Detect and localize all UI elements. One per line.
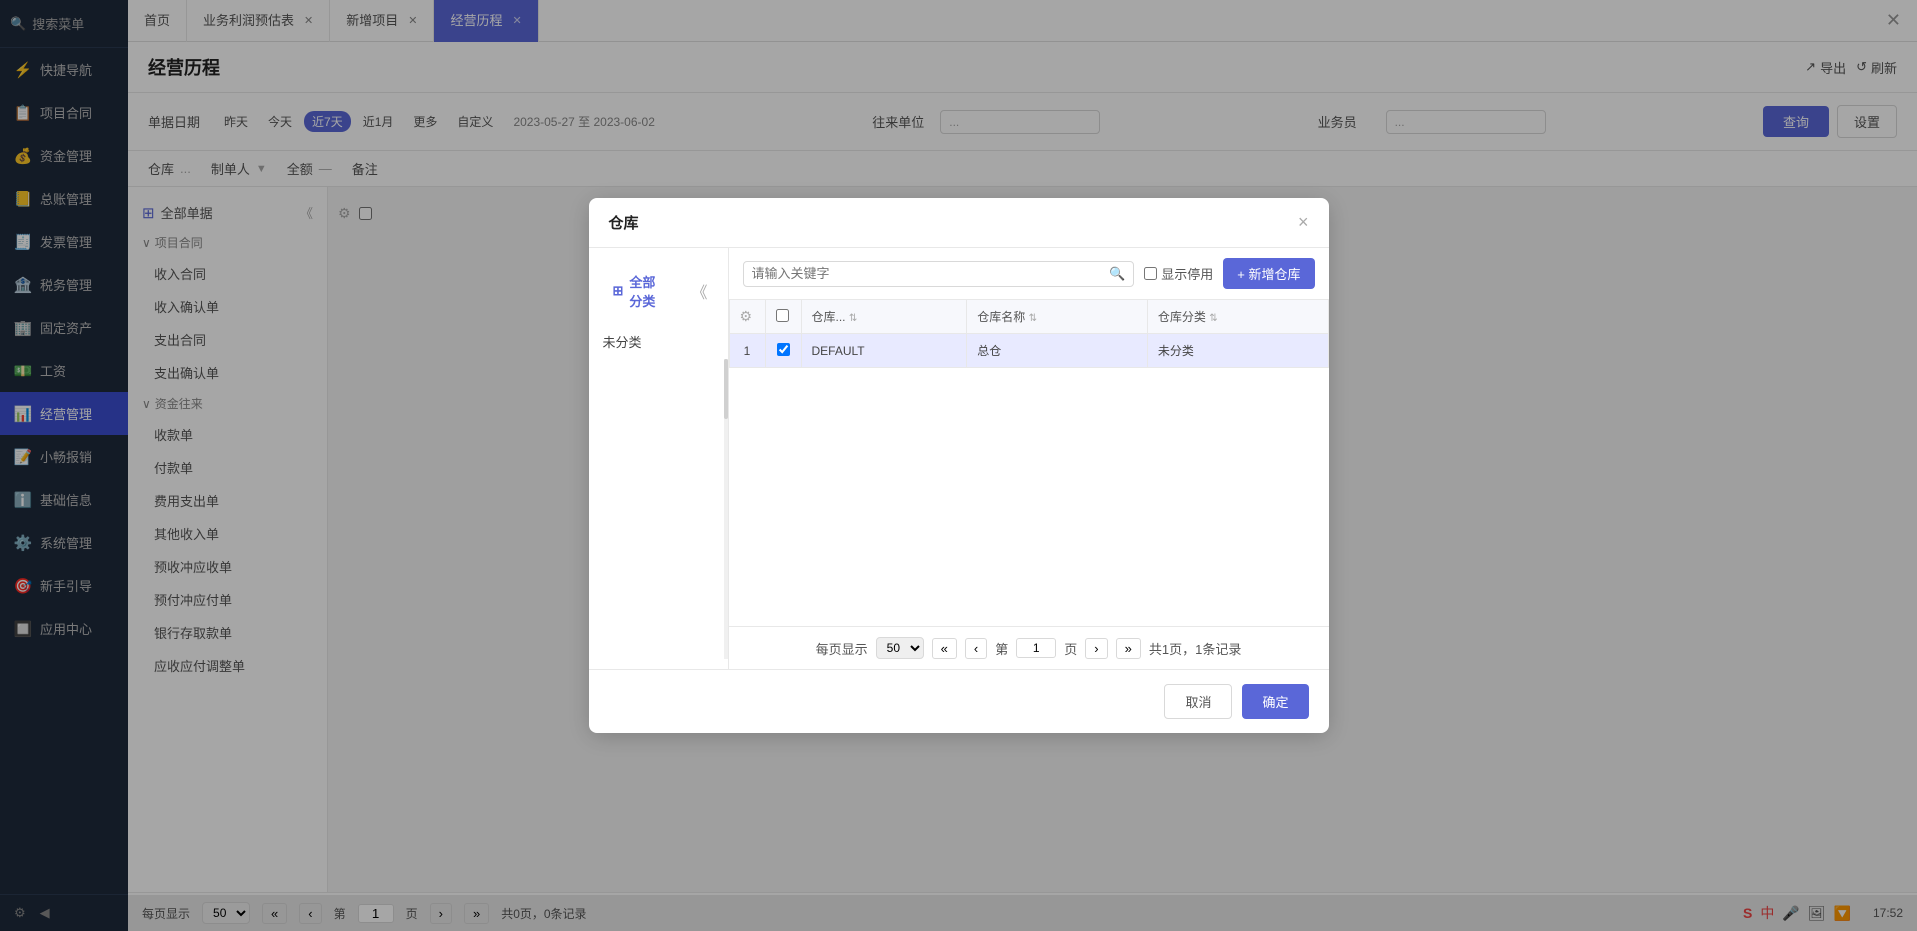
confirm-btn[interactable]: 确定 — [1242, 684, 1308, 719]
modal-left-collapse-btn[interactable]: 《 — [681, 275, 717, 307]
modal-per-page-select[interactable]: 50 — [876, 637, 924, 659]
modal-last-btn[interactable]: » — [1116, 638, 1141, 659]
search-icon-modal: 🔍 — [1109, 266, 1125, 282]
modal-page-label: 第 — [995, 639, 1008, 658]
sort-arrows-category[interactable]: ⇅ — [1209, 313, 1217, 324]
row-category: 未分类 — [1147, 334, 1328, 368]
modal-uncategorized[interactable]: 未分类 — [589, 324, 728, 359]
modal-close-btn[interactable]: × — [1298, 212, 1309, 233]
modal-body: ⊞ 全部分类 《 未分类 — [589, 248, 1329, 669]
modal-search-input[interactable] — [752, 266, 1104, 281]
modal-prev-btn[interactable]: ‹ — [965, 638, 987, 659]
row-checkbox[interactable] — [765, 334, 801, 368]
modal-page-input[interactable] — [1016, 638, 1056, 658]
modal-total-info: 共1页，1条记录 — [1149, 639, 1241, 658]
th-gear: ⚙ — [729, 300, 765, 334]
row-gear: 1 — [729, 334, 765, 368]
modal-overlay[interactable]: 仓库 × ⊞ 全部分类 《 未分类 — [0, 0, 1917, 931]
table-config-icon[interactable]: ⚙ — [740, 308, 753, 324]
modal-next-btn[interactable]: › — [1085, 638, 1107, 659]
modal-title: 仓库 — [609, 212, 639, 233]
th-warehouse-code: 仓库... ⇅ — [801, 300, 967, 334]
modal-table: ⚙ 仓库... ⇅ 仓库名称 — [729, 299, 1329, 368]
sort-arrows-name[interactable]: ⇅ — [1029, 313, 1037, 324]
table-row[interactable]: 1 DEFAULT 总仓 未分类 — [729, 334, 1328, 368]
modal-right-panel: 🔍 显示停用 + 新增仓库 ⚙ — [729, 248, 1329, 669]
modal-header: 仓库 × — [589, 198, 1329, 248]
th-warehouse-name: 仓库名称 ⇅ — [967, 300, 1148, 334]
modal-search-box[interactable]: 🔍 — [743, 261, 1135, 287]
sort-arrows-code[interactable]: ⇅ — [849, 313, 857, 324]
modal-left-panel: ⊞ 全部分类 《 未分类 — [589, 248, 729, 669]
modal-select-all[interactable] — [776, 309, 789, 322]
show-disabled-checkbox[interactable]: 显示停用 — [1144, 264, 1213, 283]
th-warehouse-category: 仓库分类 ⇅ — [1147, 300, 1328, 334]
modal-page-suffix: 页 — [1064, 639, 1077, 658]
th-warehouse-category-label: 仓库分类 — [1158, 310, 1206, 324]
modal-pagination: 每页显示 50 « ‹ 第 页 › » 共1页，1条记录 — [729, 626, 1329, 669]
modal-toolbar: 🔍 显示停用 + 新增仓库 — [729, 248, 1329, 299]
modal-table-body: 1 DEFAULT 总仓 未分类 — [729, 334, 1328, 368]
row-code: DEFAULT — [801, 334, 967, 368]
modal-all-category[interactable]: ⊞ 全部分类 — [599, 264, 682, 318]
modal-table-wrap: ⚙ 仓库... ⇅ 仓库名称 — [729, 299, 1329, 626]
th-warehouse-code-label: 仓库... — [812, 310, 846, 324]
row-name: 总仓 — [967, 334, 1148, 368]
modal-footer: 取消 确定 — [589, 669, 1329, 733]
modal-first-btn[interactable]: « — [932, 638, 957, 659]
th-checkbox — [765, 300, 801, 334]
uncategorized-label: 未分类 — [603, 332, 642, 351]
modal-per-page-label: 每页显示 — [816, 639, 868, 658]
all-category-label: 全部分类 — [629, 272, 667, 310]
show-disabled-label: 显示停用 — [1161, 264, 1213, 283]
add-warehouse-btn[interactable]: + 新增仓库 — [1223, 258, 1314, 289]
grid-icon-modal: ⊞ — [613, 283, 624, 299]
warehouse-modal: 仓库 × ⊞ 全部分类 《 未分类 — [589, 198, 1329, 733]
th-warehouse-name-label: 仓库名称 — [977, 310, 1025, 324]
disabled-checkbox-input[interactable] — [1144, 267, 1157, 280]
cancel-btn[interactable]: 取消 — [1164, 684, 1232, 719]
